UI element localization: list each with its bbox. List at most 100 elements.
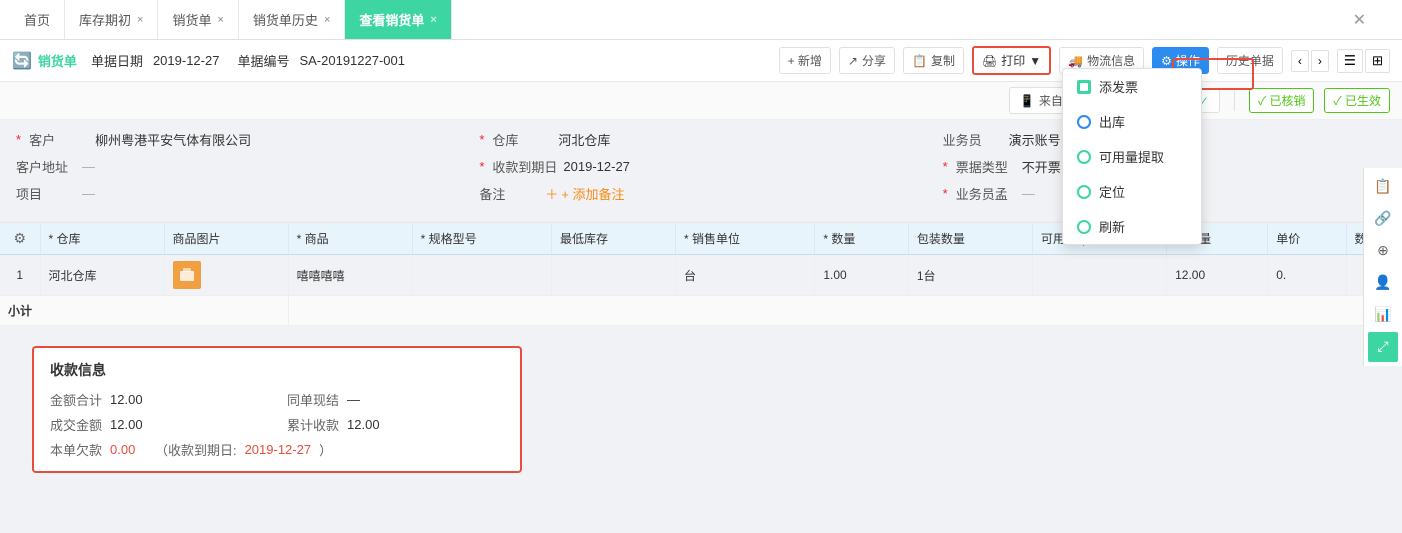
tab-home[interactable]: 首页 [10,0,65,39]
outbound-item[interactable]: 出库 [1063,104,1201,139]
address-field: 客户地址 — [16,157,459,176]
unit-header: * 销售单位 [676,223,815,255]
close-view-sales-icon[interactable]: × [430,14,436,26]
logistics-icon: 🚚 [1068,54,1083,68]
warehouse-label: 仓库 [492,130,552,149]
sidebar-plus-icon[interactable]: ⊕ [1368,236,1398,266]
product-header: * 商品 [288,223,412,255]
sidebar-expand-icon[interactable]: ⤢ [1368,332,1398,362]
subtotal-row: 小计 [0,296,1402,326]
doc-title: 🔄 销货单 [12,51,77,71]
outbound-icon [1077,115,1091,129]
staff-value: 演示账号 [1009,130,1061,149]
ticket-required: * [943,159,948,174]
copy-button[interactable]: 📋 复制 [903,47,964,74]
outbound-label: 出库 [1099,112,1125,131]
total-amount-label: 金额合计 [50,390,102,409]
copy-icon: 📋 [912,54,927,68]
next-button[interactable]: › [1311,50,1329,72]
add-invoice-item[interactable]: 添发票 [1063,69,1201,104]
tab-view-sales[interactable]: 查看销货单 × [345,0,451,39]
date-label: 单据日期 [91,51,143,70]
payment-date-value: 2019-12-27 [563,159,630,174]
share-button[interactable]: ↗ 分享 [839,47,895,74]
new-button[interactable]: + 新增 [779,47,831,74]
project-label: 项目 [16,184,76,203]
transaction-label: 成交金额 [50,415,102,434]
date-value: 2019-12-27 [153,53,220,68]
payment-date-required: * [479,159,484,174]
row-quantity: 1.00 [815,255,909,296]
product-img-header: 商品图片 [164,223,288,255]
refresh-item[interactable]: 刷新 [1063,209,1201,244]
effective-button[interactable]: ✓ 已生效 [1324,88,1390,113]
list-view-button[interactable]: ☰ [1337,49,1363,73]
row-package-qty: 1台 [908,255,1032,296]
row-product-name: 嘻嘻嘻嘻 [288,255,412,296]
warehouse-header: * 仓库 [40,223,164,255]
phone-icon: 📱 [1020,94,1035,108]
close-sales-history-icon[interactable]: × [324,14,330,26]
sidebar-link-icon[interactable]: 🔗 [1368,204,1398,234]
balance-date: 2019-12-27 [245,442,312,457]
cumulative-label: 累计收款 [287,415,339,434]
cancelled-button[interactable]: ✓ 已核销 [1249,88,1315,113]
view-icons: ☰ ⊞ [1337,49,1390,73]
subtotal-values [288,296,1401,326]
close-inventory-init-icon[interactable]: × [137,14,143,26]
product-image [173,261,201,289]
tab-inventory-init[interactable]: 库存期初 × [65,0,158,39]
remark-label: 备注 [479,184,539,203]
price-header: 单价 [1268,223,1346,255]
same-order-value: — [347,392,360,407]
close-sales-order-icon[interactable]: × [217,14,223,26]
payment-title: 收款信息 [50,360,504,380]
same-order-label: 同单现结 [287,390,339,409]
row-available [1032,255,1166,296]
prev-button[interactable]: ‹ [1291,50,1309,72]
spec-header: * 规格型号 [412,223,551,255]
row-warehouse: 河北仓库 [40,255,164,296]
balance-end: ） [319,440,332,459]
top-close-button[interactable]: ✕ [1353,10,1366,30]
history-button[interactable]: 历史单据 [1217,47,1283,74]
number-value: SA-20191227-001 [299,53,405,68]
sales-staff-label: 业务员孟 [956,184,1016,203]
settings-header[interactable]: ⚙ [0,223,40,255]
locate-item[interactable]: 定位 [1063,174,1201,209]
payment-date-label: 收款到期日 [492,157,557,176]
tab-sales-order[interactable]: 销货单 × [158,0,238,39]
min-stock-header: 最低库存 [551,223,675,255]
tab-sales-history[interactable]: 销货单历史 × [239,0,345,39]
sidebar-doc-icon[interactable]: 📋 [1368,172,1398,202]
row-index: 1 [0,255,40,296]
warehouse-value: 河北仓库 [558,130,610,149]
sidebar-chart-icon[interactable]: 📊 [1368,300,1398,330]
print-icon: 🖨 [982,54,997,68]
customer-value: 柳州粤港平安气体有限公司 [95,130,251,149]
balance-value: 0.00 [110,442,135,457]
sidebar-user-icon[interactable]: 👤 [1368,268,1398,298]
customer-label: 客户 [29,130,89,149]
transaction-row: 成交金额 12.00 [50,415,267,434]
add-note-button[interactable]: ＋ + 添加备注 [545,184,624,203]
balance-row: 本单欠款 0.00 （收款到期日: 2019-12-27 ） [50,440,504,459]
total-amount-value: 12.00 [110,392,143,407]
print-button[interactable]: 🖨 打印 ▼ [972,46,1051,75]
doc-meta: 单据日期 2019-12-27 单据编号 SA-20191227-001 [91,51,405,70]
address-label: 客户地址 [16,157,76,176]
balance-note-text: （收款到期日: [155,440,237,459]
ticket-value: 不开票 [1022,157,1061,176]
doc-icon: 🔄 [12,51,32,71]
nav-arrows: ‹ › [1291,50,1329,72]
right-sidebar: 📋 🔗 ⊕ 👤 📊 ⤢ [1363,168,1402,366]
payment-grid: 金额合计 12.00 同单现结 — 成交金额 12.00 累计收款 12.00 [50,390,504,459]
table-row: 1 河北仓库 嘻嘻嘻嘻 台 1.00 1台 12.00 0. [0,255,1402,296]
row-price: 0. [1268,255,1346,296]
locate-icon [1077,185,1091,199]
package-qty-header: 包装数量 [908,223,1032,255]
qty-header: * 数量 [815,223,909,255]
available-qty-label: 可用量提取 [1099,147,1164,166]
grid-view-button[interactable]: ⊞ [1365,49,1390,73]
available-qty-item[interactable]: 可用量提取 [1063,139,1201,174]
